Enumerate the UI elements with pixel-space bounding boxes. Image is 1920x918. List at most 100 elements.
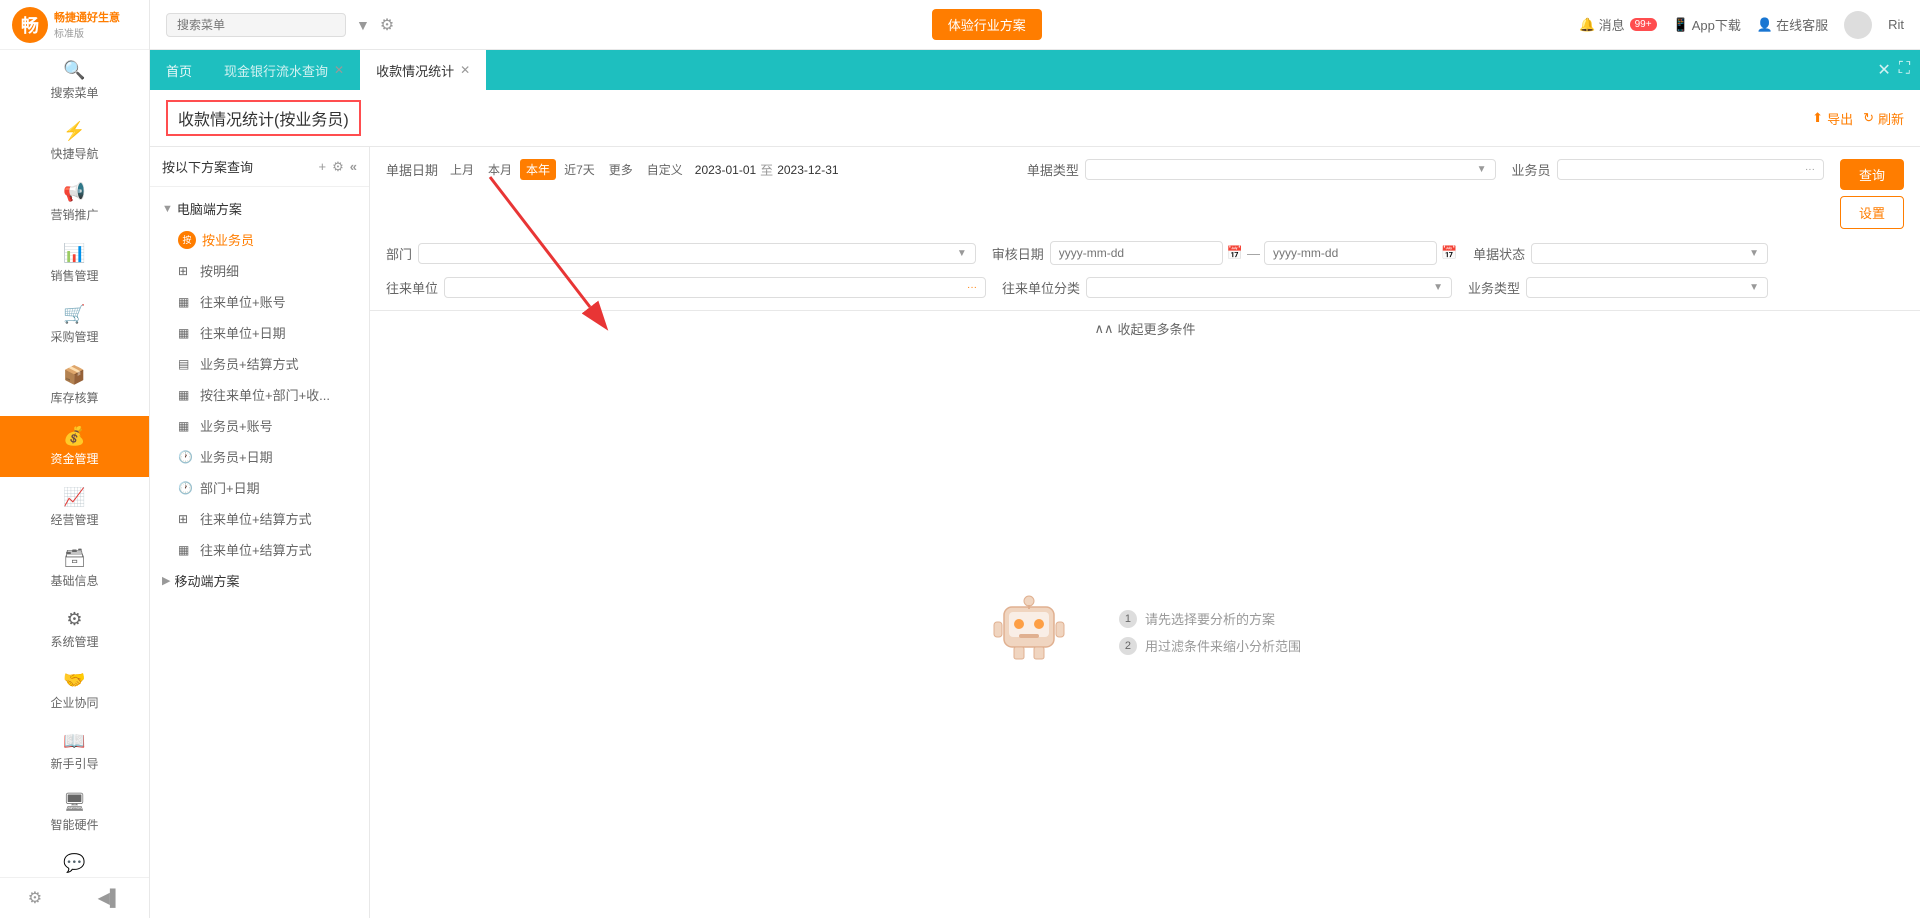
tabbar: 首页 现金银行流水查询 ✕ 收款情况统计 ✕ ✕ ⛶ — [150, 50, 1920, 90]
doc-status-select[interactable]: ▼ — [1531, 243, 1768, 264]
scheme-collapse-icon[interactable]: « — [350, 159, 357, 175]
trial-button[interactable]: 体验行业方案 — [932, 9, 1042, 40]
doc-type-select[interactable]: ▼ — [1085, 159, 1496, 180]
salesperson-acct-icon: ▦ — [178, 419, 194, 433]
sidebar-item-sales[interactable]: 📊 销售管理 — [0, 233, 149, 294]
topbar: ▼ ⚙ 体验行业方案 🔔 消息 99+ 📱 App下载 👤 在线客服 — [150, 0, 1920, 50]
sidebar-item-marketing[interactable]: 📢 营销推广 — [0, 172, 149, 233]
scheme-item-unit-date[interactable]: ▦ 往来单位+日期 — [150, 317, 369, 348]
user-avatar[interactable] — [1844, 11, 1872, 39]
date-tab-last-month[interactable]: 上月 — [444, 159, 480, 180]
biz-type-select[interactable]: ▼ — [1526, 277, 1768, 298]
scheme-item-unit-settlement1-label: 往来单位+结算方式 — [200, 509, 312, 528]
notification-icon[interactable]: 🔔 消息 99+ — [1579, 15, 1656, 34]
content-area: 收款情况统计(按业务员) ⬆ 导出 ↻ 刷新 按以下方 — [150, 90, 1920, 918]
tab-home-label: 首页 — [166, 61, 192, 80]
scheme-item-salesperson-acct[interactable]: ▦ 业务员+账号 — [150, 410, 369, 441]
online-service-icon[interactable]: 👤 在线客服 — [1757, 15, 1828, 34]
export-button[interactable]: ⬆ 导出 — [1812, 109, 1853, 128]
sidebar-item-corp[interactable]: 🤝 企业协同 — [0, 660, 149, 721]
dept-select[interactable]: ▼ — [418, 243, 976, 264]
counterpart-category-arrow: ▼ — [1433, 282, 1443, 293]
tab-collection[interactable]: 收款情况统计 ✕ — [360, 50, 486, 90]
date-tab-7days[interactable]: 近7天 — [558, 159, 601, 180]
dropdown-icon[interactable]: ▼ — [356, 17, 370, 33]
sidebar-item-wechat[interactable]: 💬 企业微信 — [0, 843, 149, 877]
chevron-down-icon: ▼ — [162, 203, 173, 215]
app-logo: 畅 畅捷通好生意 标准版 — [0, 0, 149, 50]
date-tab-more[interactable]: 更多 — [603, 159, 639, 180]
review-date-range: 📅 — 📅 — [1050, 241, 1457, 265]
sidebar-label-corp: 企业协同 — [50, 694, 98, 711]
notification-badge: 99+ — [1630, 18, 1657, 31]
sidebar-item-finance[interactable]: 💰 资金管理 — [0, 416, 149, 477]
collapse-label: 收起更多条件 — [1118, 319, 1196, 338]
scheme-item-salesperson-settlement[interactable]: ▤ 业务员+结算方式 — [150, 348, 369, 379]
settings-bottom-icon[interactable]: ⚙ — [28, 888, 42, 908]
date-from: 2023-01-01 — [695, 163, 756, 177]
marketing-icon: 📢 — [63, 182, 85, 203]
scheme-header-title: 按以下方案查询 — [162, 157, 253, 176]
sidebar-item-base[interactable]: 🗃 基础信息 — [0, 538, 149, 599]
scheme-item-salesperson-date[interactable]: 🕐 业务员+日期 — [150, 441, 369, 472]
counterpart-category-select[interactable]: ▼ — [1086, 277, 1452, 298]
close-window-icon[interactable]: ✕ — [1877, 60, 1890, 80]
tab-home[interactable]: 首页 — [150, 50, 208, 90]
date-tab-this-month[interactable]: 本月 — [482, 159, 518, 180]
date-tabs-group: 上月 本月 本年 近7天 更多 自定义 — [444, 159, 689, 180]
tab-bank[interactable]: 现金银行流水查询 ✕ — [208, 50, 360, 90]
refresh-button[interactable]: ↻ 刷新 — [1863, 109, 1904, 128]
scheme-item-unit-account[interactable]: ▦ 往来单位+账号 — [150, 286, 369, 317]
scheme-item-detail[interactable]: ⊞ 按明细 — [150, 255, 369, 286]
sidebar-item-purchase[interactable]: 🛒 采购管理 — [0, 294, 149, 355]
scheme-group-label-desktop: 电脑端方案 — [177, 199, 242, 218]
scheme-item-unit-settlement2-label: 往来单位+结算方式 — [200, 540, 312, 559]
sidebar-item-ops[interactable]: 📈 经营管理 — [0, 477, 149, 538]
app-download-label: App下载 — [1692, 15, 1741, 34]
scheme-item-salesperson[interactable]: 按 按业务员 — [150, 224, 369, 255]
salesperson-select[interactable]: ··· — [1557, 159, 1824, 180]
sidebar-bottom: ⚙ ◀▌ — [0, 877, 149, 918]
scheme-group-header-desktop[interactable]: ▼ 电脑端方案 — [150, 193, 369, 224]
scheme-item-salesperson-date-label: 业务员+日期 — [200, 447, 273, 466]
review-date-to[interactable] — [1264, 241, 1437, 265]
scheme-group-header-mobile[interactable]: ▶ 移动端方案 — [150, 565, 369, 596]
scheme-item-unit-dept[interactable]: ▦ 按往来单位+部门+收... — [150, 379, 369, 410]
review-date-label: 审核日期 — [992, 244, 1044, 263]
tab-collection-close[interactable]: ✕ — [460, 63, 470, 77]
counterpart-select[interactable]: ··· — [444, 277, 986, 298]
corp-icon: 🤝 — [63, 670, 85, 691]
biz-type-arrow: ▼ — [1749, 282, 1759, 293]
settings-button[interactable]: 设置 — [1840, 196, 1904, 229]
page-title: 收款情况统计(按业务员) — [166, 100, 361, 136]
collapse-sidebar-icon[interactable]: ◀▌ — [98, 888, 122, 908]
sidebar-item-quick[interactable]: ⚡ 快捷导航 — [0, 111, 149, 172]
settings-icon[interactable]: ⚙ — [380, 15, 394, 35]
scheme-item-dept-date[interactable]: 🕐 部门+日期 — [150, 472, 369, 503]
sidebar-item-system[interactable]: ⚙ 系统管理 — [0, 599, 149, 660]
sidebar-item-guide[interactable]: 📖 新手引导 — [0, 721, 149, 782]
tab-bank-close[interactable]: ✕ — [334, 63, 344, 77]
date-to: 2023-12-31 — [777, 163, 838, 177]
maximize-icon[interactable]: ⛶ — [1899, 60, 1910, 80]
app-download-icon[interactable]: 📱 App下载 — [1673, 15, 1741, 34]
date-tab-this-year[interactable]: 本年 — [520, 159, 556, 180]
sidebar-item-search[interactable]: 🔍 搜索菜单 — [0, 50, 149, 111]
scheme-item-unit-settlement1[interactable]: ⊞ 往来单位+结算方式 — [150, 503, 369, 534]
date-tab-custom[interactable]: 自定义 — [641, 159, 689, 180]
clock-icon2: 🕐 — [178, 481, 194, 495]
scheme-settings-icon[interactable]: ⚙ — [332, 159, 344, 175]
scheme-item-unit-settlement2[interactable]: ▦ 往来单位+结算方式 — [150, 534, 369, 565]
collapse-bar[interactable]: ∧∧ 收起更多条件 — [370, 310, 1920, 346]
review-date-from[interactable] — [1050, 241, 1223, 265]
query-button[interactable]: 查询 — [1840, 159, 1904, 190]
date-range-display: 2023-01-01 至 2023-12-31 — [695, 160, 839, 179]
scheme-header: 按以下方案查询 + ⚙ « — [150, 147, 369, 187]
scheme-tree: ▼ 电脑端方案 按 按业务员 ⊞ 按明细 — [150, 187, 369, 602]
scheme-add-icon[interactable]: + — [319, 159, 327, 175]
sidebar-item-inventory[interactable]: 📦 库存核算 — [0, 355, 149, 416]
calendar-icon2: 📅 — [1441, 245, 1457, 261]
sidebar-item-hardware[interactable]: 🖥 智能硬件 — [0, 782, 149, 843]
breadcrumb-input[interactable] — [166, 13, 346, 37]
doc-status-arrow: ▼ — [1749, 248, 1759, 259]
